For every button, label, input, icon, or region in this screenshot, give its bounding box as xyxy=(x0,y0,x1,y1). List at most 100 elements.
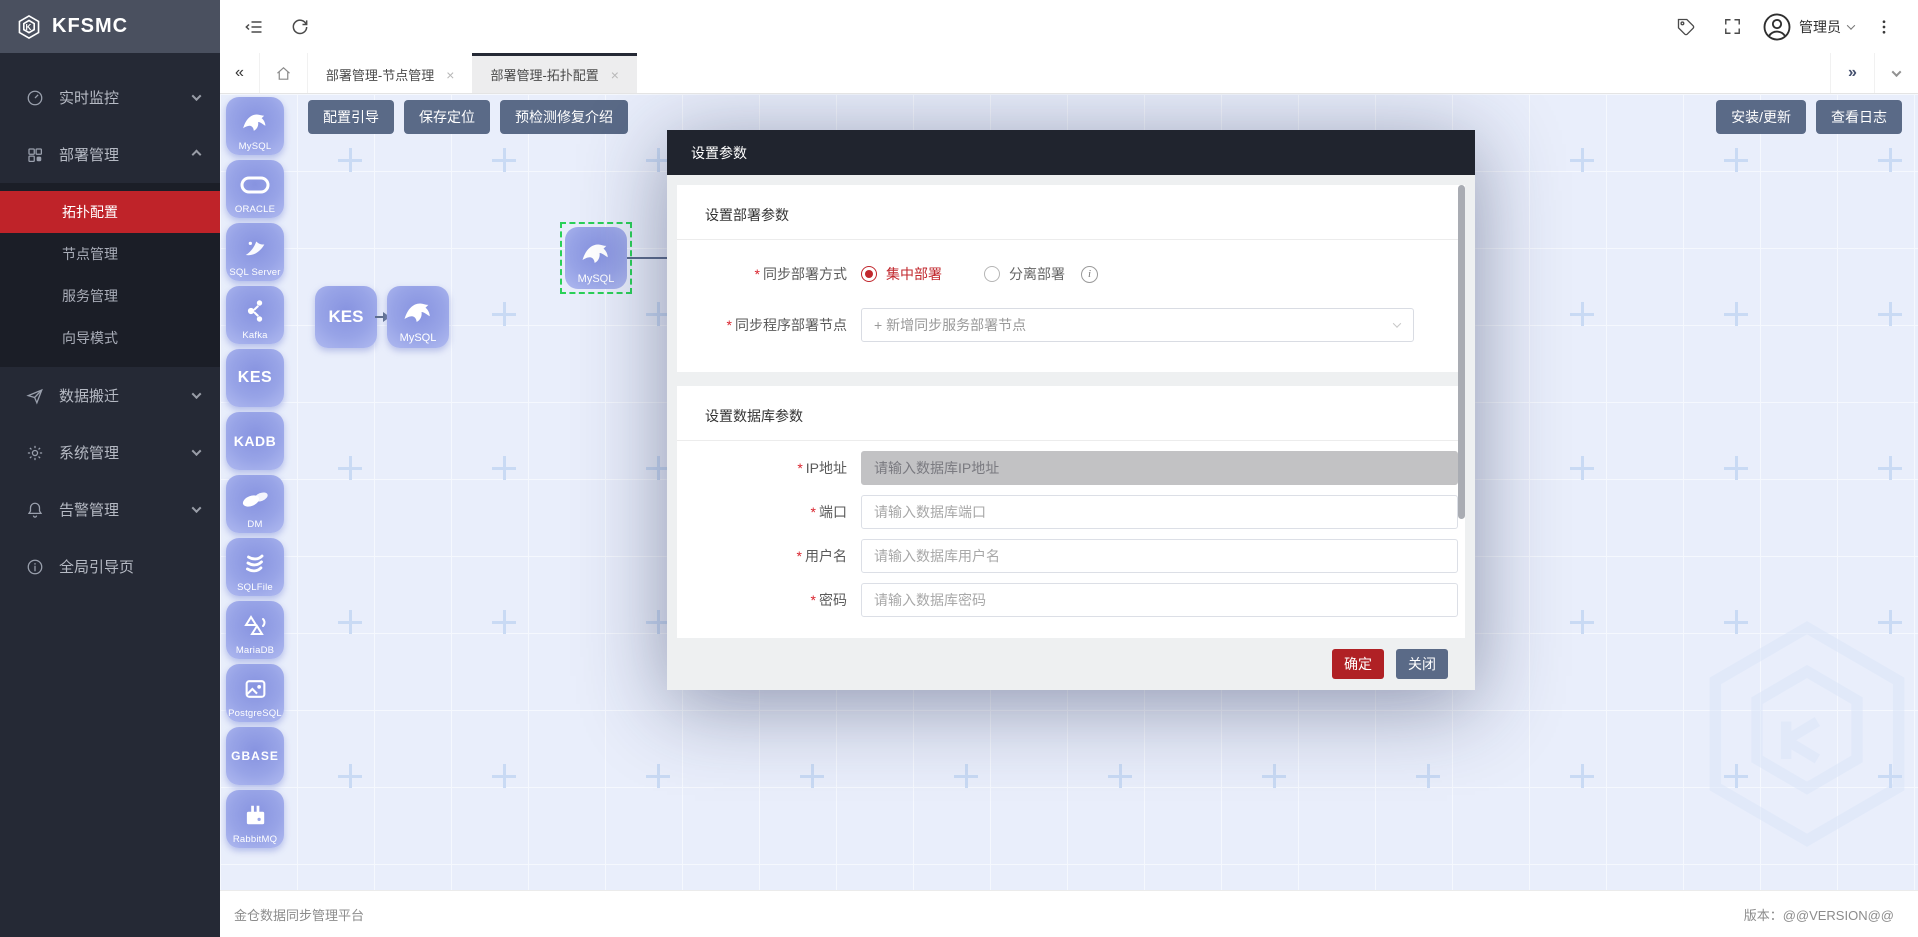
palette-kadb[interactable]: KADB xyxy=(226,412,284,470)
grid-plus-mark xyxy=(1724,302,1748,326)
canvas-node-kes[interactable]: KES xyxy=(315,286,377,348)
set-parameters-modal: 设置参数 设置部署参数 * 同步部署方式 集中部署 分离部署 i * 同步程序部… xyxy=(667,130,1475,690)
sidebar-item-guide[interactable]: 全局引导页 xyxy=(0,538,220,595)
topology-canvas[interactable]: 配置引导 保存定位 预检测修复介绍 安装/更新 查看日志 MySQL ORACL… xyxy=(220,94,1918,890)
flow-arrow-icon xyxy=(375,312,390,322)
grid-plus-mark xyxy=(492,302,516,326)
grid-plus-mark xyxy=(954,764,978,788)
field-label: * IP地址 xyxy=(797,460,847,476)
brand-name: KFSMC xyxy=(52,15,129,37)
divider xyxy=(677,239,1465,240)
palette-kes[interactable]: KES xyxy=(226,349,284,407)
sidebar-item-alerts[interactable]: 告警管理 xyxy=(0,481,220,538)
mysql-icon xyxy=(579,236,613,270)
tabs-menu-control[interactable] xyxy=(1874,53,1918,93)
sync-node-select[interactable]: + 新增同步服务部署节点 xyxy=(861,308,1414,342)
grid-plus-mark xyxy=(492,610,516,634)
close-icon[interactable]: × xyxy=(611,67,619,83)
sidebar-nav: 实时监控 部署管理 拓扑配置 节点管理 服务管理 向导模式 数据搬迁 系统管理 … xyxy=(0,53,220,595)
sidebar-item-system[interactable]: 系统管理 xyxy=(0,424,220,481)
mariadb-icon xyxy=(241,613,269,639)
radio-centralized[interactable]: 集中部署 xyxy=(861,264,942,284)
confirm-button[interactable]: 确定 xyxy=(1332,649,1384,679)
fullscreen-icon[interactable] xyxy=(1716,11,1748,43)
palette-rabbitmq[interactable]: RabbitMQ xyxy=(226,790,284,848)
sidebar-subitem-services[interactable]: 服务管理 xyxy=(0,275,220,317)
sidebar-item-migration[interactable]: 数据搬迁 xyxy=(0,367,220,424)
node-label: KES xyxy=(328,307,364,326)
collapse-sidebar-icon[interactable] xyxy=(238,11,270,43)
tab-bar-right-controls: » xyxy=(1830,53,1918,93)
field-label: * 用户名 xyxy=(796,548,847,564)
footer-version: 版本：@@VERSION@@ xyxy=(1743,907,1894,923)
save-position-button[interactable]: 保存定位 xyxy=(404,100,490,134)
refresh-icon[interactable] xyxy=(284,11,316,43)
gear-icon xyxy=(26,444,44,462)
sidebar-item-label: 告警管理 xyxy=(59,502,120,519)
tag-icon[interactable] xyxy=(1670,11,1702,43)
palette-sqlserver[interactable]: SQL Server xyxy=(226,223,284,281)
tabs-back-control[interactable]: « xyxy=(220,53,260,93)
palette-label: RabbitMQ xyxy=(232,834,278,845)
tabs-forward-control[interactable]: » xyxy=(1830,53,1874,93)
palette-dm[interactable]: DM xyxy=(226,475,284,533)
palette-gbase[interactable]: GBASE xyxy=(226,727,284,785)
kebab-menu-icon[interactable] xyxy=(1868,11,1900,43)
required-asterisk: * xyxy=(810,592,816,608)
chevron-down-icon xyxy=(1392,319,1402,328)
home-icon[interactable] xyxy=(260,53,308,93)
canvas-node-mysql[interactable]: MySQL xyxy=(387,286,449,348)
sidebar-subitem-topology[interactable]: 拓扑配置 xyxy=(0,191,220,233)
radio-label: 集中部署 xyxy=(886,266,942,282)
top-header: 管理员 xyxy=(220,0,1918,53)
db-ip-input[interactable] xyxy=(861,451,1458,485)
page-footer: 金仓数据同步管理平台 版本：@@VERSION@@ xyxy=(220,890,1918,937)
deploy-node-row: * 同步程序部署节点 + 新增同步服务部署节点 xyxy=(677,308,1465,342)
user-menu[interactable]: 管理员 xyxy=(1762,12,1856,42)
user-name: 管理员 xyxy=(1799,18,1841,35)
palette-oracle[interactable]: ORACLE xyxy=(226,160,284,218)
deploy-mode-row: * 同步部署方式 集中部署 分离部署 i xyxy=(677,264,1465,284)
install-update-button[interactable]: 安装/更新 xyxy=(1716,100,1806,134)
close-button[interactable]: 关闭 xyxy=(1396,649,1448,679)
palette-sqlfile[interactable]: SQLFile xyxy=(226,538,284,596)
grid-plus-mark xyxy=(1416,764,1440,788)
password-row: * 密码 xyxy=(677,583,1465,617)
canvas-node-mysql-selected[interactable]: MySQL xyxy=(565,227,627,289)
radio-separated[interactable]: 分离部署 xyxy=(984,264,1065,284)
view-logs-button[interactable]: 查看日志 xyxy=(1816,100,1902,134)
sidebar-subitem-nodes[interactable]: 节点管理 xyxy=(0,233,220,275)
selection-outline: MySQL xyxy=(560,222,632,294)
db-password-input[interactable] xyxy=(861,583,1458,617)
sidebar: K KFSMC 实时监控 部署管理 拓扑配置 节点管理 服务管理 向导模式 数据… xyxy=(0,0,220,937)
divider xyxy=(677,440,1465,441)
grid-plus-mark xyxy=(1570,610,1594,634)
info-icon[interactable]: i xyxy=(1081,265,1098,283)
palette-mariadb[interactable]: MariaDB xyxy=(226,601,284,659)
grid-plus-mark xyxy=(1108,764,1132,788)
close-icon[interactable]: × xyxy=(446,67,454,83)
palette-kafka[interactable]: Kafka xyxy=(226,286,284,344)
grid-plus-mark xyxy=(1570,764,1594,788)
db-port-input[interactable] xyxy=(861,495,1458,529)
sidebar-item-monitor[interactable]: 实时监控 xyxy=(0,69,220,126)
config-guide-button[interactable]: 配置引导 xyxy=(308,100,394,134)
palette-postgresql[interactable]: PostgreSQL xyxy=(226,664,284,722)
brand: K KFSMC xyxy=(0,0,220,53)
palette-label: ORACLE xyxy=(234,204,276,215)
radio-unselected-icon xyxy=(984,266,1000,282)
palette-mysql[interactable]: MySQL xyxy=(226,97,284,155)
chevron-up-icon xyxy=(191,149,202,160)
palette-label: PostgreSQL xyxy=(228,708,282,719)
chevron-down-icon xyxy=(191,389,202,400)
grid-plus-mark xyxy=(492,764,516,788)
precheck-intro-button[interactable]: 预检测修复介绍 xyxy=(500,100,628,134)
tab-topology-config[interactable]: 部署管理-拓扑配置 × xyxy=(472,53,637,93)
radio-label: 分离部署 xyxy=(1009,266,1065,282)
grid-plus-mark xyxy=(1724,148,1748,172)
modal-scrollbar[interactable] xyxy=(1458,185,1465,519)
tab-node-management[interactable]: 部署管理-节点管理 × xyxy=(308,53,473,93)
sidebar-item-deploy[interactable]: 部署管理 xyxy=(0,126,220,183)
db-username-input[interactable] xyxy=(861,539,1458,573)
sidebar-subitem-wizard[interactable]: 向导模式 xyxy=(0,317,220,359)
